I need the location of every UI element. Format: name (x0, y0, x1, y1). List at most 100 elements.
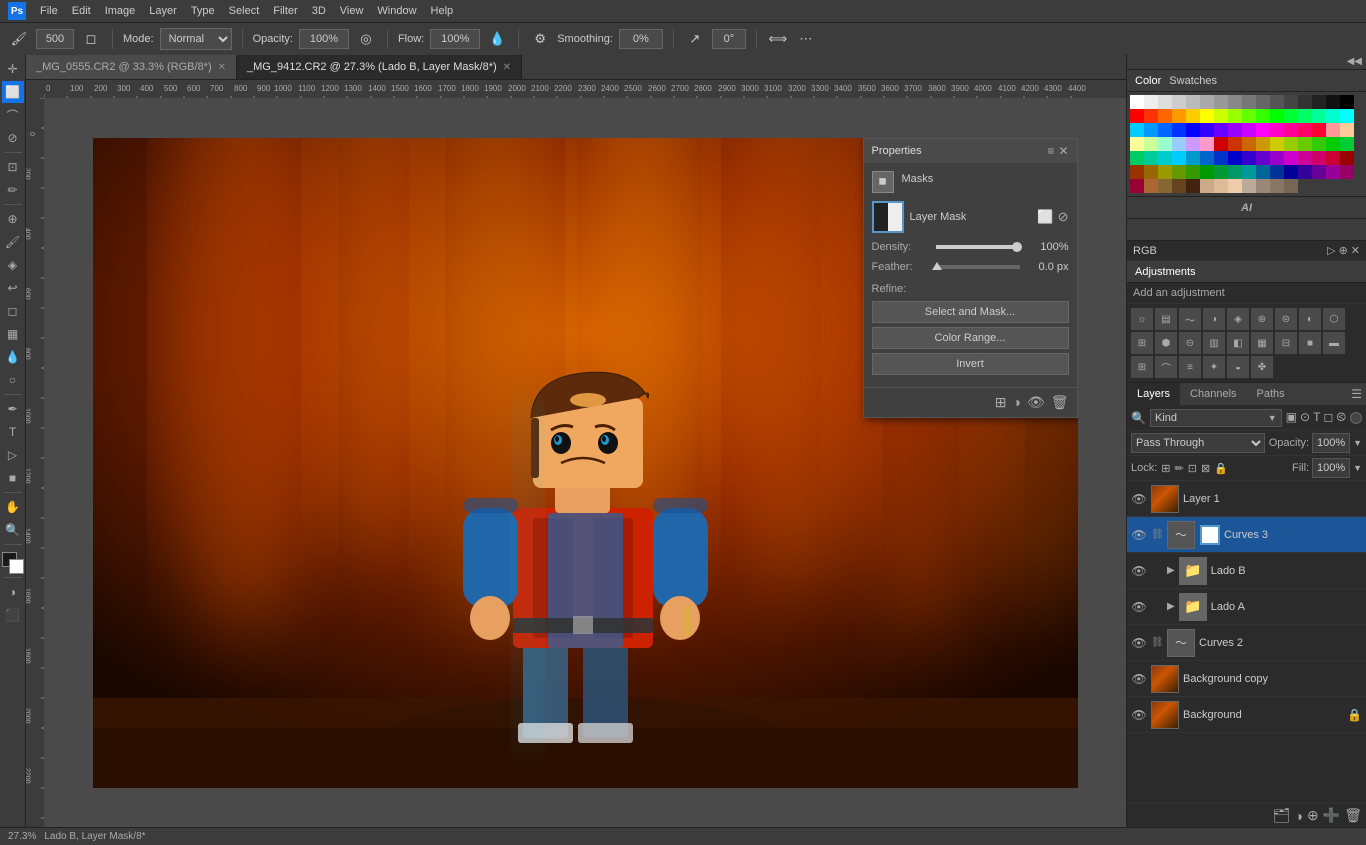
lock-artboard-icon[interactable]: ⊡ (1188, 462, 1197, 475)
menu-help[interactable]: Help (431, 5, 454, 17)
color-swatch-item[interactable] (1200, 151, 1214, 165)
color-swatch-item[interactable] (1312, 165, 1326, 179)
color-swatch-item[interactable] (1172, 95, 1186, 109)
color-swatch-item[interactable] (1312, 123, 1326, 137)
color-swatch-item[interactable] (1298, 137, 1312, 151)
menu-image[interactable]: Image (105, 5, 136, 17)
color-swatch-item[interactable] (1284, 109, 1298, 123)
color-swatch-item[interactable] (1270, 179, 1284, 193)
eraser-tool[interactable]: ◻ (2, 300, 24, 322)
menu-file[interactable]: File (40, 5, 58, 17)
menu-select[interactable]: Select (229, 5, 260, 17)
brush-size-input[interactable] (36, 29, 74, 49)
adj-levels[interactable]: ▤ (1155, 308, 1177, 330)
menu-edit[interactable]: Edit (72, 5, 91, 17)
extra-options-icon[interactable]: ⋯ (795, 28, 817, 50)
path-select-tool[interactable]: ▷ (2, 444, 24, 466)
density-slider[interactable] (936, 245, 1020, 249)
layer-row[interactable]: 👁Layer 1 (1127, 481, 1366, 517)
menu-type[interactable]: Type (191, 5, 215, 17)
adj-levels2[interactable]: ≡ (1179, 356, 1201, 378)
opacity-airbrush-icon[interactable]: ◎ (355, 28, 377, 50)
adj-exposure[interactable]: ◑ (1203, 308, 1225, 330)
color-swatch-item[interactable] (1312, 95, 1326, 109)
channels-tab[interactable]: Channels (1180, 383, 1246, 405)
adj-exposure2[interactable]: ◒ (1227, 356, 1249, 378)
quick-select-tool[interactable]: ⊘ (2, 127, 24, 149)
screen-mode-btn[interactable]: ⬛ (2, 604, 24, 626)
color-swatch-item[interactable] (1270, 95, 1284, 109)
color-swatch-item[interactable] (1200, 109, 1214, 123)
color-swatch-item[interactable] (1130, 151, 1144, 165)
layer-visibility-icon[interactable]: 👁 (1131, 600, 1147, 614)
color-range-btn[interactable]: Color Range... (872, 327, 1069, 349)
props-icon-3[interactable]: 👁 (1027, 394, 1045, 411)
blend-mode-select[interactable]: Pass Through Normal Multiply Screen Over… (1131, 433, 1265, 453)
color-swatch-item[interactable] (1340, 95, 1354, 109)
adj-curves[interactable]: 〜 (1179, 308, 1201, 330)
tab-2-close[interactable]: ✕ (503, 62, 511, 73)
menu-filter[interactable]: Filter (273, 5, 297, 17)
canvas-inner[interactable]: Properties ≡ ✕ ◼ Masks (44, 98, 1126, 827)
zoom-tool[interactable]: 🔍 (2, 519, 24, 541)
flow-input[interactable] (430, 29, 480, 49)
color-swatch-item[interactable] (1228, 95, 1242, 109)
layer-mask-thumbnail-small[interactable] (1200, 525, 1220, 545)
color-swatch-item[interactable] (1186, 123, 1200, 137)
apply-mask-icon[interactable]: ⬜ (1037, 209, 1053, 225)
lasso-tool[interactable]: ⌒ (2, 104, 24, 126)
lock-paint-icon[interactable]: ✏ (1175, 462, 1184, 475)
adj-black-white[interactable]: ◐ (1299, 308, 1321, 330)
layer-visibility-icon[interactable]: 👁 (1131, 528, 1147, 542)
color-swatch-item[interactable] (1130, 165, 1144, 179)
gradient-tool[interactable]: ▦ (2, 323, 24, 345)
color-swatch-item[interactable] (1298, 151, 1312, 165)
color-swatch-item[interactable] (1284, 179, 1298, 193)
color-swatch-item[interactable] (1200, 165, 1214, 179)
feather-slider[interactable] (936, 265, 1020, 269)
new-fill-icon[interactable]: ⊕ (1307, 807, 1319, 824)
adj-selective-color[interactable]: ⊟ (1275, 332, 1297, 354)
opacity-input[interactable] (299, 29, 349, 49)
color-swatch-item[interactable] (1172, 165, 1186, 179)
color-swatch-item[interactable] (1242, 137, 1256, 151)
color-swatch-item[interactable] (1172, 179, 1186, 193)
layer-row[interactable]: 👁▶📁Lado A (1127, 589, 1366, 625)
hand-tool[interactable]: ✋ (2, 496, 24, 518)
color-swatch-item[interactable] (1214, 179, 1228, 193)
color-swatch-item[interactable] (1228, 165, 1242, 179)
delete-layer-icon[interactable]: 🗑 (1344, 807, 1362, 824)
adj-invert[interactable]: ⊝ (1179, 332, 1201, 354)
color-swatch-item[interactable] (1144, 165, 1158, 179)
color-swatch-item[interactable] (1298, 123, 1312, 137)
color-swatch-item[interactable] (1270, 151, 1284, 165)
tab-1-close[interactable]: ✕ (218, 62, 226, 73)
color-swatch-item[interactable] (1130, 123, 1144, 137)
adj-gradient[interactable]: ▬ (1323, 332, 1345, 354)
color-swatch-item[interactable] (1158, 137, 1172, 151)
feather-handle[interactable] (932, 262, 942, 270)
adj-photo-filter[interactable]: ⬡ (1323, 308, 1345, 330)
color-swatch-item[interactable] (1214, 165, 1228, 179)
group-action-2[interactable]: ✕ (1351, 244, 1360, 257)
adj-curves2[interactable]: ⌒ (1155, 356, 1177, 378)
color-swatch-item[interactable] (1158, 165, 1172, 179)
color-swatch-item[interactable] (1284, 95, 1298, 109)
color-swatch-item[interactable] (1172, 151, 1186, 165)
color-swatch-item[interactable] (1186, 165, 1200, 179)
adj-brightness-contrast[interactable]: ☼ (1131, 308, 1153, 330)
color-swatch-item[interactable] (1228, 137, 1242, 151)
adj-color-balance[interactable]: ⊜ (1275, 308, 1297, 330)
color-swatch-item[interactable] (1214, 123, 1228, 137)
color-swatch-item[interactable] (1298, 165, 1312, 179)
select-and-mask-btn[interactable]: Select and Mask... (872, 301, 1069, 323)
color-swatch-item[interactable] (1200, 137, 1214, 151)
color-swatch-item[interactable] (1130, 179, 1144, 193)
layer-row[interactable]: 👁▶📁Lado B (1127, 553, 1366, 589)
group-action-1[interactable]: ⊕ (1339, 244, 1348, 257)
color-swatch-item[interactable] (1172, 123, 1186, 137)
adj-pattern[interactable]: ⊞ (1131, 356, 1153, 378)
filter-type-icon[interactable]: T (1313, 410, 1320, 425)
color-swatch-item[interactable] (1186, 109, 1200, 123)
heal-tool[interactable]: ⊕ (2, 208, 24, 230)
